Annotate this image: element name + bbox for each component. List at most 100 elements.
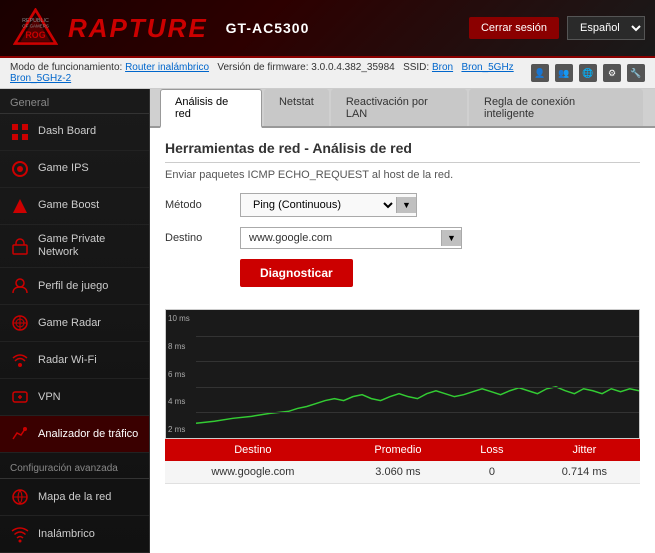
firmware-version: 3.0.0.4.382_35984 (311, 62, 394, 73)
sidebar-item-perfil-juego[interactable]: Perfil de juego (0, 268, 149, 305)
sidebar-item-game-ips[interactable]: Game IPS (0, 151, 149, 188)
tab-reactivacion-lan[interactable]: Reactivación por LAN (331, 89, 467, 126)
ping-line-chart (196, 310, 639, 438)
chart-svg-area (196, 310, 639, 438)
destino-input[interactable] (241, 228, 441, 248)
destino-dropdown-btn[interactable]: ▼ (441, 230, 461, 246)
status-text: Modo de funcionamiento: Router inalámbri… (10, 62, 531, 84)
sidebar-item-dashboard[interactable]: Dash Board (0, 114, 149, 151)
game-ips-icon (10, 159, 30, 179)
page-description: Enviar paquetes ICMP ECHO_REQUEST al hos… (165, 169, 640, 181)
header: ROG REPUBLIC OF GAMERS RAPTURE GT-AC5300… (0, 0, 655, 58)
destino-input-wrap[interactable]: ▼ (240, 227, 462, 249)
sidebar-item-analizador-trafico[interactable]: Analizador de tráfico (0, 416, 149, 453)
sidebar-item-inalambrico[interactable]: Inalámbrico (0, 516, 149, 553)
mode-value[interactable]: Router inalámbrico (125, 62, 209, 73)
model-text: GT-AC5300 (226, 20, 310, 36)
chart-y-labels: 10 ms 8 ms 6 ms 4 ms 2 ms (168, 310, 190, 438)
grid-line-4 (196, 412, 639, 413)
radar-icon (10, 313, 30, 333)
status-icons: 👤 👥 🌐 ⚙ 🔧 (531, 64, 645, 82)
wifi-radar-icon (10, 350, 30, 370)
sidebar-inalambrico-label: Inalámbrico (38, 528, 95, 541)
ping-chart: 10 ms 8 ms 6 ms 4 ms 2 ms (165, 309, 640, 439)
svg-text:OF GAMERS: OF GAMERS (22, 24, 49, 29)
table-row: www.google.com 3.060 ms 0 0.714 ms (165, 461, 640, 484)
ssid1[interactable]: Bron (432, 62, 453, 73)
sidebar-vpn-label: VPN (38, 391, 61, 404)
grid-line-1 (196, 336, 639, 337)
rapture-logo-text: RAPTURE (68, 13, 208, 44)
gear-icon[interactable]: 🔧 (627, 64, 645, 82)
form-row-destino: Destino ▼ (165, 227, 640, 249)
tab-analisis-red[interactable]: Análisis de red (160, 89, 262, 128)
profile-icon (10, 276, 30, 296)
sidebar-item-game-private-network[interactable]: Game Private Network (0, 225, 149, 268)
game-boost-icon (10, 196, 30, 216)
y-label-6ms: 6 ms (168, 370, 190, 379)
cell-destino: www.google.com (165, 461, 341, 484)
col-header-loss: Loss (455, 439, 529, 461)
language-select[interactable]: Español English (567, 16, 645, 40)
results-table: Destino Promedio Loss Jitter www.google.… (165, 439, 640, 484)
settings-icon[interactable]: ⚙ (603, 64, 621, 82)
metodo-dropdown-icon: ▼ (396, 197, 416, 213)
content-area: Análisis de red Netstat Reactivación por… (150, 89, 655, 553)
ssid-label: SSID: (403, 62, 429, 73)
metodo-select[interactable]: Ping (Continuous) Ping Traceroute Nslook… (241, 194, 396, 216)
diagnosticar-button[interactable]: Diagnosticar (240, 259, 353, 287)
page-content: Herramientas de red - Análisis de red En… (150, 128, 655, 553)
rog-logo: ROG REPUBLIC OF GAMERS (10, 6, 60, 51)
sidebar-item-mapa-red[interactable]: Mapa de la red (0, 479, 149, 516)
y-label-8ms: 8 ms (168, 342, 190, 351)
y-label-2ms: 2 ms (168, 425, 190, 434)
col-header-jitter: Jitter (529, 439, 640, 461)
diagnosticar-row: Diagnosticar (240, 259, 640, 299)
cell-promedio: 3.060 ms (341, 461, 455, 484)
cell-loss: 0 (455, 461, 529, 484)
grid-line-2 (196, 361, 639, 362)
sidebar-item-vpn[interactable]: VPN (0, 379, 149, 416)
tab-netstat[interactable]: Netstat (264, 89, 329, 126)
status-bar: Modo de funcionamiento: Router inalámbri… (0, 58, 655, 89)
page-title: Herramientas de red - Análisis de red (165, 140, 640, 163)
sidebar-advanced-header: Configuración avanzada (0, 457, 149, 479)
sidebar-perfil-label: Perfil de juego (38, 280, 108, 293)
sidebar-game-radar-label: Game Radar (38, 317, 101, 330)
ssid2[interactable]: Bron_5GHz (461, 62, 513, 73)
grid-line-3 (196, 387, 639, 388)
header-right: Cerrar sesión Español English (469, 16, 645, 40)
version-label: Versión de firmware: (217, 62, 308, 73)
wireless-icon (10, 524, 30, 544)
main-layout: General Dash Board Game IPS (0, 89, 655, 553)
network-icon: 🌐 (579, 64, 597, 82)
cell-jitter: 0.714 ms (529, 461, 640, 484)
map-icon (10, 487, 30, 507)
y-label-10ms: 10 ms (168, 314, 190, 323)
cerrar-sesion-button[interactable]: Cerrar sesión (469, 17, 559, 39)
col-header-promedio: Promedio (341, 439, 455, 461)
y-label-4ms: 4 ms (168, 397, 190, 406)
sidebar-radar-wifi-label: Radar Wi-Fi (38, 354, 97, 367)
sidebar-item-game-radar[interactable]: Game Radar (0, 305, 149, 342)
sidebar-game-private-label: Game Private Network (38, 233, 139, 259)
dashboard-icon (10, 122, 30, 142)
game-private-network-icon (10, 236, 30, 256)
sidebar-item-game-boost[interactable]: Game Boost (0, 188, 149, 225)
sidebar-dashboard-label: Dash Board (38, 125, 96, 138)
people-icon: 👥 (555, 64, 573, 82)
tab-regla-conexion[interactable]: Regla de conexión inteligente (469, 89, 643, 126)
vpn-icon (10, 387, 30, 407)
metodo-select-wrap[interactable]: Ping (Continuous) Ping Traceroute Nslook… (240, 193, 417, 217)
sidebar-analizador-label: Analizador de tráfico (38, 428, 138, 441)
sidebar-mapa-red-label: Mapa de la red (38, 491, 111, 504)
ssid3[interactable]: Bron_5GHz-2 (10, 73, 71, 84)
sidebar-general-header: General (0, 89, 149, 114)
table-header-row: Destino Promedio Loss Jitter (165, 439, 640, 461)
sidebar-game-boost-label: Game Boost (38, 199, 99, 212)
user-icon: 👤 (531, 64, 549, 82)
sidebar-item-radar-wifi[interactable]: Radar Wi-Fi (0, 342, 149, 379)
svg-text:ROG: ROG (25, 30, 45, 40)
form-row-metodo: Método Ping (Continuous) Ping Traceroute… (165, 193, 640, 217)
traffic-icon (10, 424, 30, 444)
